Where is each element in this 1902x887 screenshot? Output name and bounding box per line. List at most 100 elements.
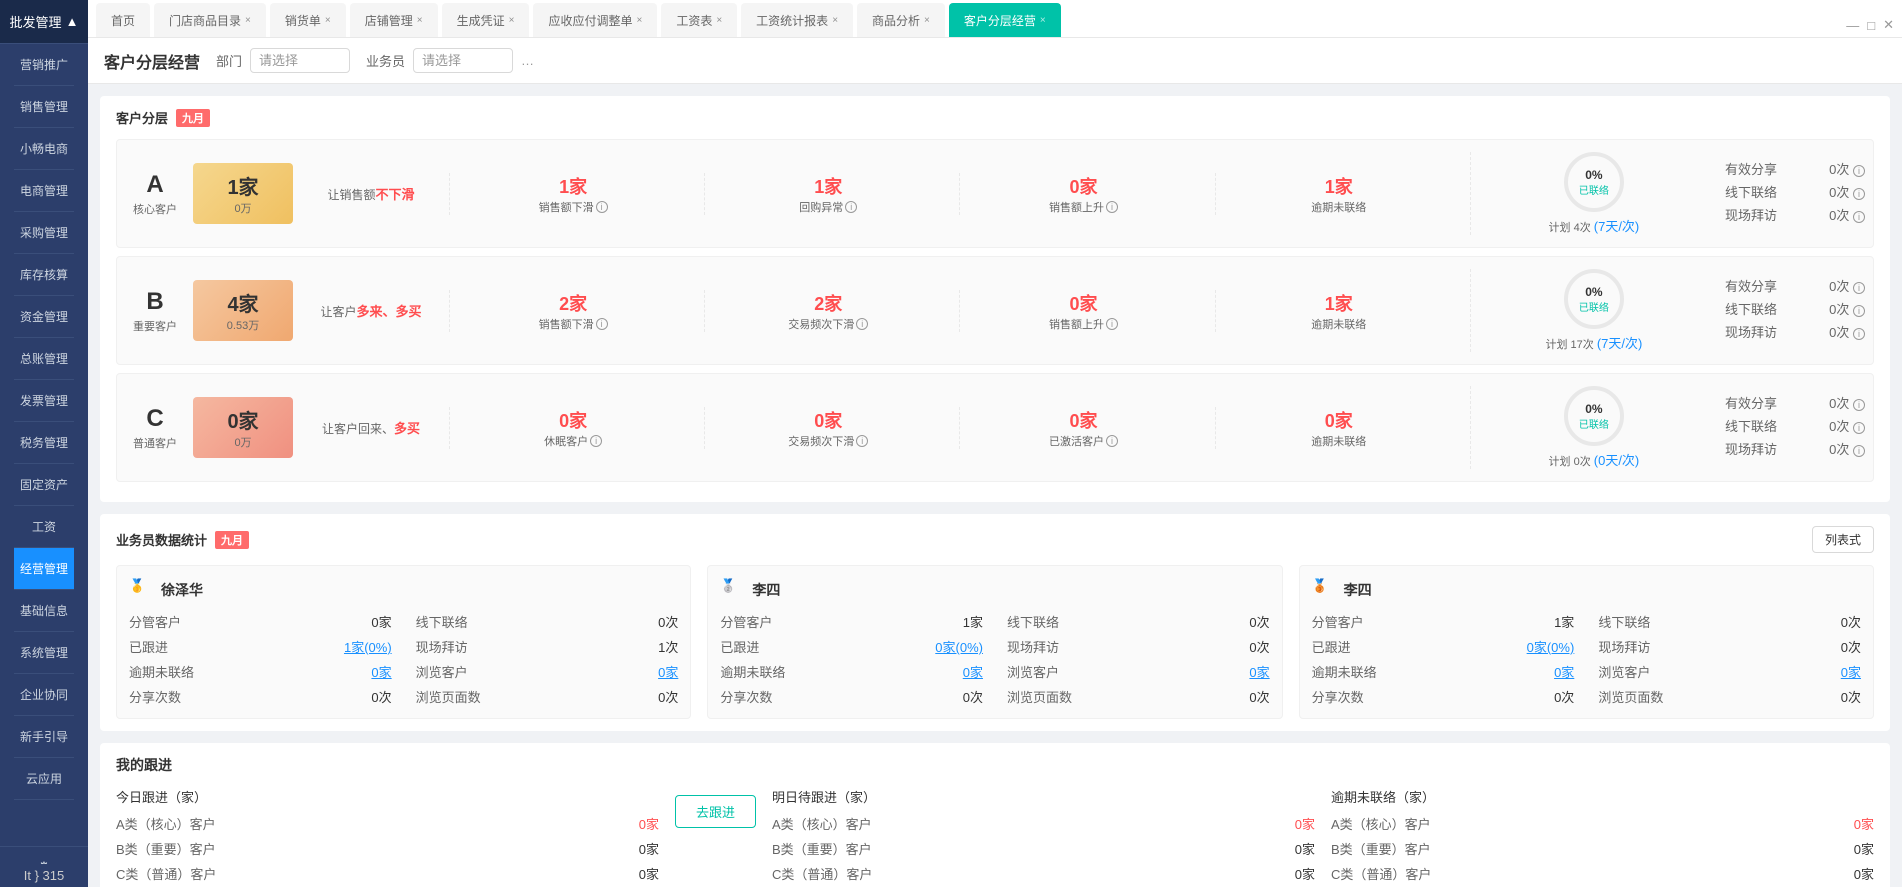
- sidebar-item-销售管理[interactable]: 销售管理: [14, 86, 74, 128]
- tab-商品分析[interactable]: 商品分析×: [857, 3, 945, 37]
- page-title: 客户分层经营: [104, 49, 200, 73]
- tab-minimize-icon[interactable]: —: [1846, 18, 1859, 33]
- tomorrow-follow-title: 明日待跟进（家）: [772, 787, 1315, 806]
- sales-select[interactable]: 请选择: [413, 48, 513, 73]
- tier-right-stats-B: 有效分享 0次 i 线下联络 0次 i 现场拜访 0次 i: [1725, 276, 1865, 345]
- list-view-button[interactable]: 列表式: [1812, 526, 1874, 553]
- biz-section: 业务员数据统计 九月 列表式 🥇 徐泽华 分管客户 0家 线下联络 0次: [100, 514, 1890, 731]
- sidebar-item-固定资产[interactable]: 固定资产: [14, 464, 74, 506]
- sidebar-item-经营管理[interactable]: 经营管理: [14, 548, 74, 590]
- sidebar-item-基础信息[interactable]: 基础信息: [14, 590, 74, 632]
- sales-name: 李四: [1344, 580, 1372, 600]
- tab-close-门店商品目录[interactable]: ×: [245, 15, 251, 26]
- dept-label: 部门: [216, 51, 242, 70]
- sidebar-item-库存核算[interactable]: 库存核算: [14, 254, 74, 296]
- sidebar-item-系统管理[interactable]: 系统管理: [14, 632, 74, 674]
- tab-店铺管理[interactable]: 店铺管理×: [350, 3, 438, 37]
- tab-close-工资统计报表[interactable]: ×: [832, 15, 838, 26]
- follow-row: A类（核心）客户 0家: [772, 814, 1315, 833]
- sidebar-item-工资[interactable]: 工资: [14, 506, 74, 548]
- sidebar-item-采购管理[interactable]: 采购管理: [14, 212, 74, 254]
- tab-close-生成凭证[interactable]: ×: [509, 15, 515, 26]
- sidebar-item-营销推广[interactable]: 营销推广: [14, 44, 74, 86]
- tab-close-应收应付调整单[interactable]: ×: [636, 15, 642, 26]
- tab-生成凭证[interactable]: 生成凭证×: [442, 3, 530, 37]
- tab-close-icon[interactable]: ✕: [1883, 17, 1894, 33]
- follow-row: B类（重要）客户 0家: [1331, 839, 1874, 858]
- sales-card-header: 🥉 李四: [1312, 578, 1861, 602]
- tier-desc-C: 让客户回来、多买: [301, 418, 441, 437]
- dept-filter: 部门 请选择: [216, 48, 350, 73]
- dept-select[interactable]: 请选择: [250, 48, 350, 73]
- sales-stat-row: 逾期未联络 0家: [129, 662, 392, 681]
- tier-row-C: C 普通客户 0家 0万 让客户回来、多买 0家 休眠客户 i 0家 交易频次下…: [116, 373, 1874, 482]
- follow-row-val: 0家: [1854, 839, 1874, 858]
- sales-stat-row: 已跟进 0家(0%): [1312, 637, 1575, 656]
- tab-工资统计报表[interactable]: 工资统计报表×: [741, 3, 853, 37]
- tier-count-box-C[interactable]: 0家 0万: [193, 397, 293, 458]
- main-area: 首页门店商品目录×销货单×店铺管理×生成凭证×应收应付调整单×工资表×工资统计报…: [88, 0, 1902, 887]
- sales-stats-grid: 分管客户 1家 线下联络 0次 已跟进 0家(0%) 现场拜访 0次: [720, 612, 1269, 706]
- tab-close-店铺管理[interactable]: ×: [417, 15, 423, 26]
- follow-row: C类（普通）客户 0家: [772, 864, 1315, 883]
- sales-stat-row: 浏览页面数 0次: [416, 687, 679, 706]
- tier-right-stats-A: 有效分享 0次 i 线下联络 0次 i 现场拜访 0次 i: [1725, 159, 1865, 228]
- sidebar-item-税务管理[interactable]: 税务管理: [14, 422, 74, 464]
- filter-more-icon[interactable]: …: [521, 53, 534, 68]
- sales-name: 李四: [752, 580, 780, 600]
- sales-stat-row: 分享次数 0次: [720, 687, 983, 706]
- sidebar: 批发管理 ▲ 营销推广销售管理小畅电商电商管理采购管理库存核算资金管理总账管理发…: [0, 0, 88, 887]
- tab-客户分层经营[interactable]: 客户分层经营×: [949, 3, 1061, 37]
- overdue-follow-title: 逾期未联络（家）: [1331, 787, 1874, 806]
- tab-close-商品分析[interactable]: ×: [924, 15, 930, 26]
- tab-close-工资表[interactable]: ×: [716, 15, 722, 26]
- sales-stat-row: 分管客户 1家: [1312, 612, 1575, 631]
- tab-门店商品目录[interactable]: 门店商品目录×: [154, 3, 266, 37]
- sales-stats-grid: 分管客户 1家 线下联络 0次 已跟进 0家(0%) 现场拜访 0次: [1312, 612, 1861, 706]
- sidebar-item-新手引导[interactable]: 新手引导: [14, 716, 74, 758]
- goto-follow-button[interactable]: 去跟进: [675, 795, 756, 828]
- tier-count-box-B[interactable]: 4家 0.53万: [193, 280, 293, 341]
- sales-stat-row: 逾期未联络 0家: [1312, 662, 1575, 681]
- tab-销货单[interactable]: 销货单×: [270, 3, 346, 37]
- follow-row-label: B类（重要）客户: [1331, 839, 1431, 858]
- sales-name: 徐泽华: [161, 580, 203, 600]
- tier-circle-A: 0% 已联络 计划 4次 (7天/次): [1470, 152, 1717, 235]
- tab-首页[interactable]: 首页: [96, 3, 150, 37]
- sidebar-toggle-icon: ▲: [66, 14, 79, 29]
- follow-row: B类（重要）客户 0家: [116, 839, 659, 858]
- tab-close-销货单[interactable]: ×: [325, 15, 331, 26]
- tier-circle-B: 0% 已联络 计划 17次 (7天/次): [1470, 269, 1717, 352]
- sales-stat-row: 分享次数 0次: [1312, 687, 1575, 706]
- follow-row-val: 0家: [1295, 839, 1315, 858]
- sidebar-item-资金管理[interactable]: 资金管理: [14, 296, 74, 338]
- tier-count-box-A[interactable]: 1家 0万: [193, 163, 293, 224]
- follow-row: B类（重要）客户 0家: [772, 839, 1315, 858]
- sidebar-item-总账管理[interactable]: 总账管理: [14, 338, 74, 380]
- sidebar-item-发票管理[interactable]: 发票管理: [14, 380, 74, 422]
- sales-stat-row: 现场拜访 0次: [1598, 637, 1861, 656]
- tier-label-B: B 重要客户: [125, 288, 185, 334]
- sidebar-item-小畅电商[interactable]: 小畅电商: [14, 128, 74, 170]
- tier-row-B: B 重要客户 4家 0.53万 让客户多来、多买 2家 销售额下滑 i 2家 交…: [116, 256, 1874, 365]
- sales-stat-row: 分管客户 1家: [720, 612, 983, 631]
- sidebar-title: 批发管理: [10, 12, 62, 31]
- medal-icon-bronze: 🥉: [1312, 578, 1336, 602]
- sidebar-item-云应用[interactable]: 云应用: [14, 758, 74, 800]
- sidebar-item-企业协同[interactable]: 企业协同: [14, 674, 74, 716]
- tier-label-C: C 普通客户: [125, 405, 185, 451]
- tab-restore-icon[interactable]: □: [1867, 18, 1875, 33]
- sidebar-header[interactable]: 批发管理 ▲: [0, 0, 88, 44]
- sidebar-item-电商管理[interactable]: 电商管理: [14, 170, 74, 212]
- sales-stat-row: 浏览客户 0家: [1598, 662, 1861, 681]
- sales-card-0: 🥇 徐泽华 分管客户 0家 线下联络 0次 已跟进 1家(0%): [116, 565, 691, 719]
- follow-row-val: 0家: [639, 864, 659, 883]
- sales-stat-row: 线下联络 0次: [416, 612, 679, 631]
- tab-close-客户分层经营[interactable]: ×: [1040, 15, 1046, 26]
- tab-应收应付调整单[interactable]: 应收应付调整单×: [533, 3, 657, 37]
- tab-bar: 首页门店商品目录×销货单×店铺管理×生成凭证×应收应付调整单×工资表×工资统计报…: [88, 0, 1902, 38]
- tab-工资表[interactable]: 工资表×: [661, 3, 737, 37]
- tier-stat1-B: 2家 销售额下滑 i: [449, 290, 696, 332]
- sales-stat-row: 线下联络 0次: [1598, 612, 1861, 631]
- follow-section-title: 我的跟进: [116, 755, 172, 775]
